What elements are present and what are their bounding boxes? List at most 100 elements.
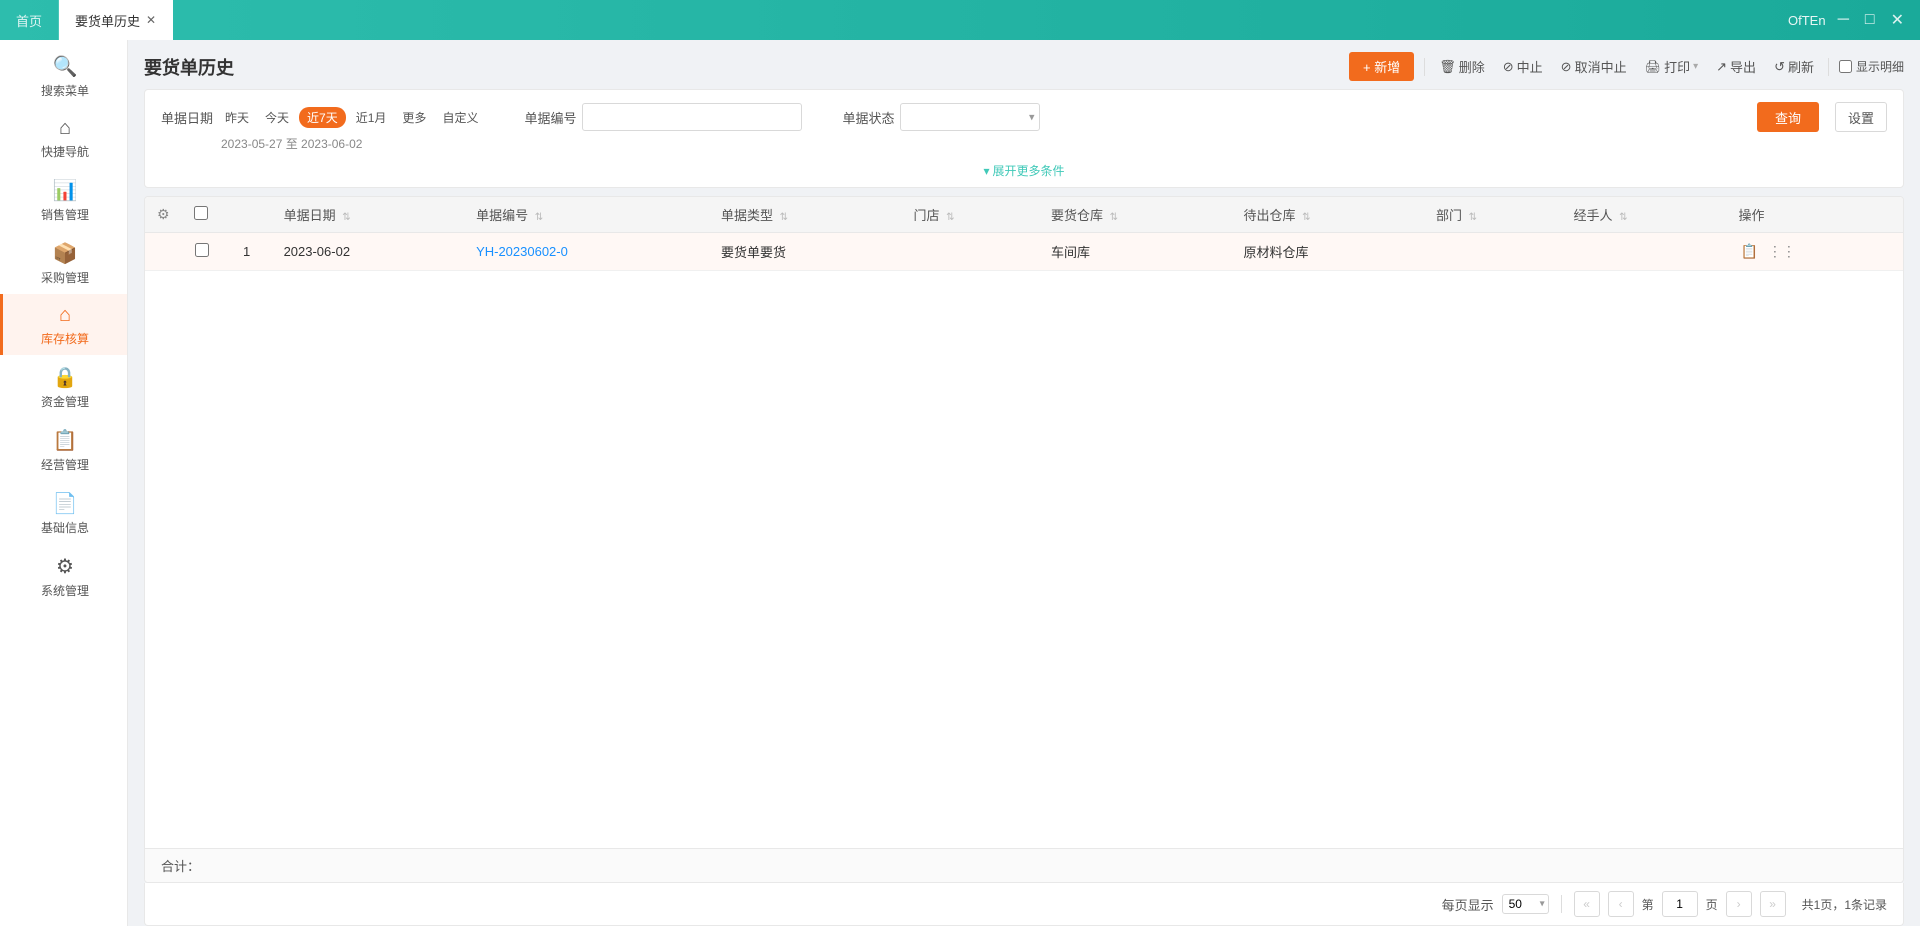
- expand-icon: ▾: [983, 164, 989, 178]
- th-date[interactable]: 单据日期 ⇅: [272, 197, 465, 233]
- th-req-warehouse[interactable]: 要货仓库 ⇅: [1039, 197, 1232, 233]
- export-button[interactable]: ↗ 导出: [1712, 55, 1760, 78]
- next-page-button[interactable]: ›: [1726, 891, 1752, 917]
- row-num: 1: [243, 244, 250, 259]
- page-input[interactable]: [1662, 891, 1698, 917]
- print-button[interactable]: 🖨 打印 ▾: [1641, 55, 1703, 78]
- per-page-select[interactable]: 20 50 100: [1502, 894, 1549, 914]
- tab-home-label: 首页: [16, 11, 42, 30]
- sidebar-label-basic-info: 基础信息: [41, 519, 89, 536]
- sidebar-item-finance[interactable]: 🔒 资金管理: [0, 355, 127, 418]
- sidebar-label-search-menu: 搜索菜单: [41, 82, 89, 99]
- finance-icon: 🔒: [53, 365, 78, 390]
- tab-requisition-history[interactable]: 要货单历史 ✕: [59, 0, 173, 40]
- minimize-button[interactable]: ─: [1834, 9, 1853, 31]
- data-table: ⚙ 单据日期 ⇅: [145, 197, 1903, 271]
- th-pending-warehouse-sort-icon: ⇅: [1302, 212, 1310, 223]
- sidebar-item-inventory[interactable]: ⌂ 库存核算: [0, 294, 127, 355]
- th-bill-type[interactable]: 单据类型 ⇅: [709, 197, 902, 233]
- th-department-sort-icon: ⇅: [1469, 212, 1477, 223]
- cancel-stop-button[interactable]: ⊘ 取消中止: [1557, 55, 1631, 78]
- bill-no-label: 单据编号: [524, 108, 576, 127]
- row-date: 2023-06-02: [284, 244, 351, 259]
- date-opt-yesterday[interactable]: 昨天: [219, 107, 255, 128]
- pagination-bar: 每页显示 20 50 100 « ‹ 第 页 › » 共1页，1条记录: [144, 883, 1904, 926]
- sidebar-item-purchase[interactable]: 📦 采购管理: [0, 231, 127, 294]
- delete-label: 删除: [1459, 57, 1485, 76]
- status-select-wrapper: [900, 103, 1040, 131]
- th-bill-type-sort-icon: ⇅: [780, 212, 788, 223]
- window-actions: ─ □ ✕: [1834, 8, 1920, 32]
- bill-no-input[interactable]: [582, 103, 802, 131]
- th-pending-warehouse-label: 待出仓库: [1243, 208, 1295, 223]
- expand-filter-button[interactable]: ▾ 展开更多条件: [983, 162, 1064, 179]
- first-page-button[interactable]: «: [1574, 891, 1600, 917]
- display-detail-checkbox[interactable]: [1839, 60, 1852, 73]
- prev-page-button[interactable]: ‹: [1608, 891, 1634, 917]
- th-bill-no[interactable]: 单据编号 ⇅: [464, 197, 709, 233]
- sidebar-item-operations[interactable]: 📋 经营管理: [0, 418, 127, 481]
- sidebar-label-sales: 销售管理: [41, 206, 89, 223]
- row-more-icon[interactable]: ⋮⋮: [1766, 241, 1798, 262]
- new-button[interactable]: + 新增: [1349, 52, 1414, 81]
- th-store[interactable]: 门店 ⇅: [901, 197, 1039, 233]
- delete-icon: 🗑: [1439, 59, 1456, 75]
- quick-nav-icon: ⌂: [59, 117, 71, 140]
- per-page-wrapper: 20 50 100: [1502, 894, 1549, 914]
- table-scroll: ⚙ 单据日期 ⇅: [145, 197, 1903, 848]
- display-detail-toggle[interactable]: 显示明细: [1839, 58, 1904, 75]
- refresh-button[interactable]: ↺ 刷新: [1770, 55, 1818, 78]
- table-body: 1 2023-06-02 YH-20230602-0 要货单要货: [145, 233, 1903, 271]
- stop-button[interactable]: ⊘ 中止: [1499, 55, 1547, 78]
- row-checkbox[interactable]: [195, 243, 209, 257]
- date-options: 昨天 今天 近7天 近1月 更多 自定义: [219, 107, 484, 128]
- refresh-label: 刷新: [1788, 57, 1814, 76]
- status-select[interactable]: [900, 103, 1040, 131]
- sidebar-label-finance: 资金管理: [41, 393, 89, 410]
- th-department[interactable]: 部门 ⇅: [1424, 197, 1562, 233]
- date-filter-group: 单据日期 昨天 今天 近7天 近1月 更多 自定义: [161, 107, 484, 128]
- row-bill-no-link[interactable]: YH-20230602-0: [476, 244, 568, 259]
- last-page-button[interactable]: »: [1760, 891, 1786, 917]
- content-area: 要货单历史 + 新增 🗑 删除 ⊘ 中止 ⊘ 取消中止 🖨 打: [128, 40, 1920, 926]
- sidebar-label-inventory: 库存核算: [41, 330, 89, 347]
- search-menu-icon: 🔍: [53, 54, 78, 79]
- row-edit-icon[interactable]: 📋: [1738, 241, 1759, 262]
- page-goto-label: 第: [1642, 896, 1654, 913]
- close-button[interactable]: ✕: [1887, 8, 1908, 32]
- date-opt-custom[interactable]: 自定义: [436, 107, 484, 128]
- th-date-label: 单据日期: [284, 208, 336, 223]
- th-pending-warehouse[interactable]: 待出仓库 ⇅: [1231, 197, 1424, 233]
- sidebar-item-search-menu[interactable]: 🔍 搜索菜单: [0, 44, 127, 107]
- th-operation-label: 操作: [1738, 208, 1764, 223]
- settings-button[interactable]: 设置: [1835, 102, 1887, 132]
- table-row: 1 2023-06-02 YH-20230602-0 要货单要货: [145, 233, 1903, 271]
- tab-home[interactable]: 首页: [0, 0, 59, 40]
- td-date: 2023-06-02: [272, 233, 465, 271]
- date-opt-today[interactable]: 今天: [259, 107, 295, 128]
- select-all-checkbox[interactable]: [194, 206, 208, 220]
- sidebar-item-basic-info[interactable]: 📄 基础信息: [0, 481, 127, 544]
- sidebar-item-quick-nav[interactable]: ⌂ 快捷导航: [0, 107, 127, 168]
- date-range-text: 2023-05-27 至 2023-06-02: [221, 135, 1887, 152]
- page-header: 要货单历史 + 新增 🗑 删除 ⊘ 中止 ⊘ 取消中止 🖨 打: [128, 40, 1920, 89]
- th-store-label: 门店: [913, 208, 939, 223]
- date-opt-1month[interactable]: 近1月: [350, 107, 393, 128]
- date-opt-more[interactable]: 更多: [396, 107, 432, 128]
- sidebar-item-system[interactable]: ⚙ 系统管理: [0, 544, 127, 607]
- td-bill-type: 要货单要货: [709, 233, 902, 271]
- header-actions: + 新增 🗑 删除 ⊘ 中止 ⊘ 取消中止 🖨 打印 ▾: [1349, 52, 1904, 81]
- sidebar-label-purchase: 采购管理: [41, 269, 89, 286]
- sidebar-item-sales[interactable]: 📊 销售管理: [0, 168, 127, 231]
- tab-requisition-close[interactable]: ✕: [146, 13, 156, 27]
- th-req-warehouse-sort-icon: ⇅: [1110, 212, 1118, 223]
- td-bill-no: YH-20230602-0: [464, 233, 709, 271]
- sidebar-label-operations: 经营管理: [41, 456, 89, 473]
- date-opt-7days[interactable]: 近7天: [299, 107, 346, 128]
- delete-button[interactable]: 🗑 删除: [1435, 55, 1489, 78]
- column-settings-icon[interactable]: ⚙: [157, 206, 170, 222]
- th-checkbox: [182, 197, 222, 233]
- query-button[interactable]: 查询: [1757, 102, 1819, 132]
- th-handler[interactable]: 经手人 ⇅: [1561, 197, 1726, 233]
- maximize-button[interactable]: □: [1861, 9, 1879, 31]
